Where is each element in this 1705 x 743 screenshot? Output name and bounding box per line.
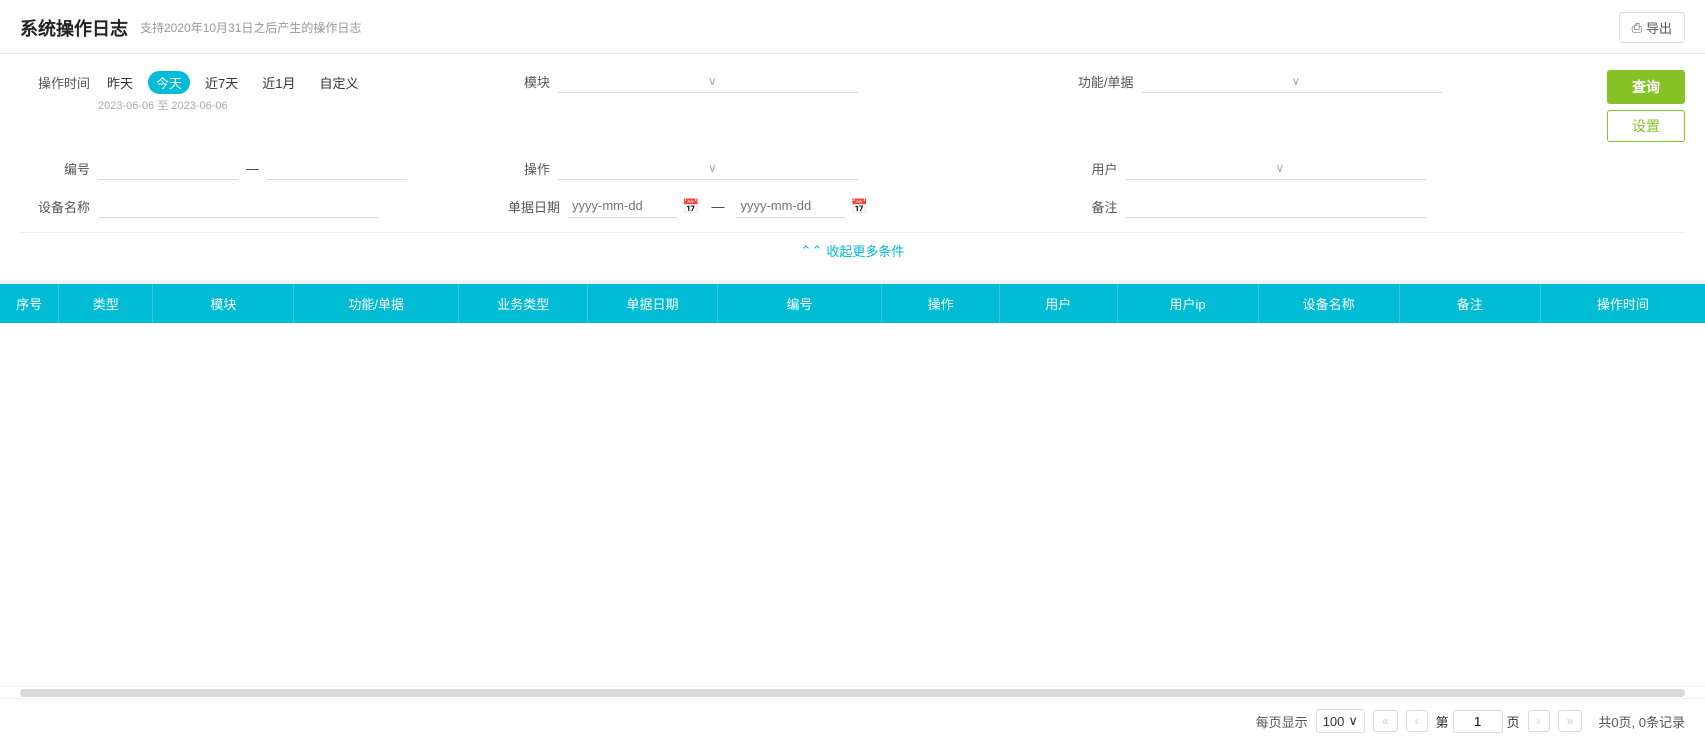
number-dash: — bbox=[246, 161, 259, 176]
number-label: 编号 bbox=[20, 159, 90, 178]
last-page-button[interactable]: » bbox=[1558, 710, 1583, 732]
page-title: 系统操作日志 bbox=[20, 15, 128, 41]
col-type: 类型 bbox=[59, 284, 153, 323]
page-label: 第 bbox=[1436, 712, 1449, 731]
col-number: 编号 bbox=[717, 284, 882, 323]
col-op-time: 操作时间 bbox=[1540, 284, 1705, 323]
doc-date-label: 单据日期 bbox=[480, 197, 560, 216]
page-unit: 页 bbox=[1507, 712, 1520, 731]
page-input-group: 第 页 bbox=[1436, 710, 1520, 733]
device-input[interactable] bbox=[98, 194, 378, 218]
device-label: 设备名称 bbox=[20, 197, 90, 216]
date-dash: — bbox=[711, 199, 724, 214]
page-size-value: 100 bbox=[1323, 714, 1345, 729]
per-page-label: 每页显示 bbox=[1256, 712, 1308, 731]
first-page-button[interactable]: « bbox=[1373, 710, 1398, 732]
date-end-input[interactable] bbox=[736, 194, 846, 218]
func-select[interactable]: ∨ bbox=[1142, 70, 1442, 93]
operation-chevron-icon: ∨ bbox=[708, 161, 854, 175]
time-label: 操作时间 bbox=[20, 73, 90, 92]
module-chevron-icon: ∨ bbox=[708, 74, 854, 88]
col-doc-date: 单据日期 bbox=[588, 284, 717, 323]
col-operation: 操作 bbox=[882, 284, 1000, 323]
query-button[interactable]: 查询 bbox=[1607, 70, 1685, 104]
col-user-ip: 用户ip bbox=[1117, 284, 1258, 323]
col-user: 用户 bbox=[999, 284, 1117, 323]
user-select[interactable]: ∨ bbox=[1126, 157, 1426, 180]
next-page-button[interactable]: › bbox=[1528, 710, 1550, 732]
user-label: 用户 bbox=[1038, 159, 1118, 178]
calendar-end-icon[interactable]: 📅 bbox=[850, 198, 867, 215]
number-end-input[interactable] bbox=[267, 156, 407, 180]
col-func: 功能/单据 bbox=[294, 284, 459, 323]
export-label: 导出 bbox=[1646, 18, 1672, 37]
col-remark: 备注 bbox=[1399, 284, 1540, 323]
scrollbar-thumb[interactable] bbox=[20, 689, 1685, 697]
number-start-input[interactable] bbox=[98, 156, 238, 180]
collapse-icon: ⌃⌃ bbox=[801, 243, 823, 259]
time-range-display: 2023-06-06 至 2023-06-06 bbox=[98, 97, 440, 113]
col-biz-type: 业务类型 bbox=[459, 284, 588, 323]
time-btn-custom[interactable]: 自定义 bbox=[311, 70, 368, 95]
prev-page-button[interactable]: ‹ bbox=[1406, 710, 1428, 732]
empty-area bbox=[0, 323, 1705, 643]
operation-label: 操作 bbox=[480, 159, 550, 178]
export-icon: ⎙ bbox=[1632, 20, 1642, 36]
time-btn-yesterday[interactable]: 昨天 bbox=[98, 70, 142, 95]
col-module: 模块 bbox=[153, 284, 294, 323]
page-size-chevron-icon: ∨ bbox=[1348, 713, 1358, 729]
remark-label: 备注 bbox=[1038, 197, 1118, 216]
total-info: 共0页, 0条记录 bbox=[1598, 712, 1685, 731]
remark-input[interactable] bbox=[1126, 194, 1426, 218]
page-subtitle: 支持2020年10月31日之后产生的操作日志 bbox=[140, 19, 361, 36]
horizontal-scrollbar[interactable] bbox=[0, 686, 1705, 698]
date-start-input[interactable] bbox=[568, 194, 678, 218]
calendar-start-icon[interactable]: 📅 bbox=[682, 198, 699, 215]
collapse-label: 收起更多条件 bbox=[826, 241, 904, 260]
col-device: 设备名称 bbox=[1258, 284, 1399, 323]
settings-button[interactable]: 设置 bbox=[1607, 110, 1685, 142]
col-index: 序号 bbox=[0, 284, 59, 323]
func-label: 功能/单据 bbox=[1054, 72, 1134, 91]
page-size-select[interactable]: 100 ∨ bbox=[1316, 709, 1365, 733]
func-chevron-icon: ∨ bbox=[1292, 74, 1438, 88]
operation-select[interactable]: ∨ bbox=[558, 157, 858, 180]
time-btn-1month[interactable]: 近1月 bbox=[253, 70, 304, 95]
page-number-input[interactable] bbox=[1453, 710, 1503, 733]
user-chevron-icon: ∨ bbox=[1276, 161, 1422, 175]
export-button[interactable]: ⎙ 导出 bbox=[1619, 12, 1685, 43]
time-btn-7days[interactable]: 近7天 bbox=[196, 70, 247, 95]
pagination-bar: 每页显示 100 ∨ « ‹ 第 页 › » 共0页, 0条记录 bbox=[0, 698, 1705, 743]
module-label: 模块 bbox=[480, 72, 550, 91]
module-select[interactable]: ∨ bbox=[558, 70, 858, 93]
time-btn-today[interactable]: 今天 bbox=[148, 71, 190, 94]
collapse-button[interactable]: ⌃⌃ 收起更多条件 bbox=[801, 241, 905, 260]
